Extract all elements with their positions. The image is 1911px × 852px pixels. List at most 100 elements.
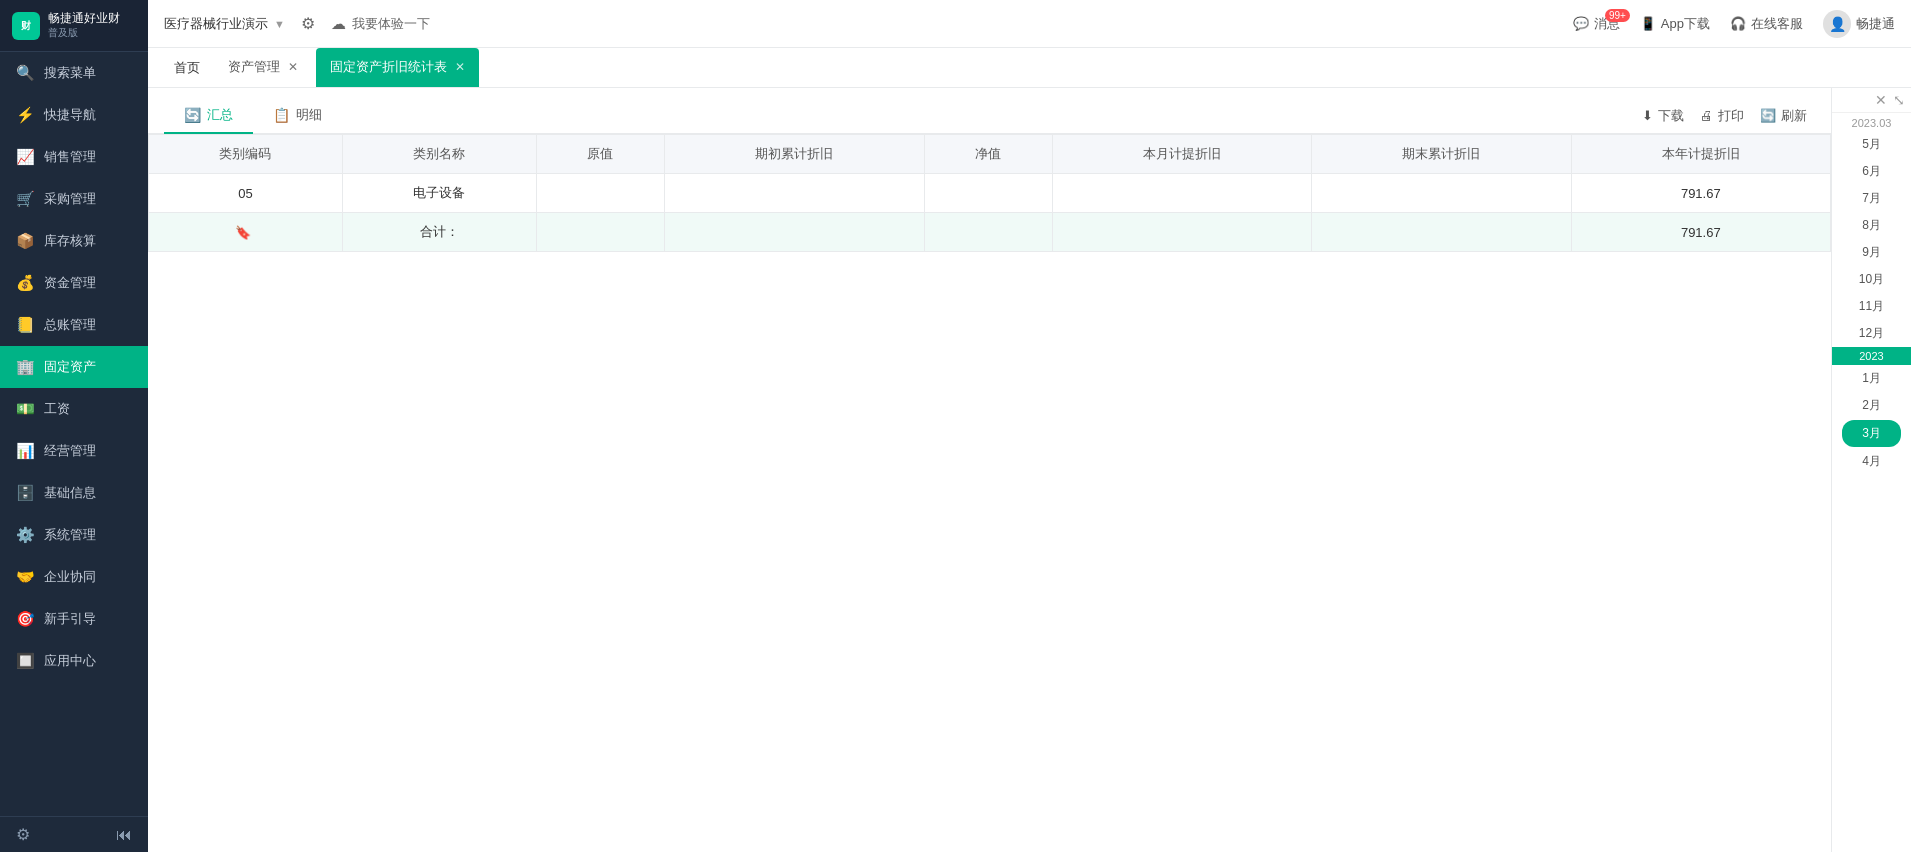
date-month-5月[interactable]: 5月 (1832, 131, 1911, 158)
experience-label: 我要体验一下 (352, 15, 430, 33)
main-area: 医疗器械行业演示 ▼ ⚙ ☁ 我要体验一下 💬 消息 99+ 📱 App下载 🎧… (148, 0, 1911, 852)
close-active-tab-icon[interactable]: ✕ (455, 60, 465, 74)
summary-row: 🔖 合计： 791.67 (149, 213, 1831, 252)
sidebar-label-quick-nav: 快捷导航 (44, 106, 96, 124)
date-month-8月[interactable]: 8月 (1832, 212, 1911, 239)
online-service-label: 在线客服 (1751, 15, 1803, 33)
sidebar-item-app-center[interactable]: 🔲应用中心 (0, 640, 148, 682)
sidebar-item-purchase[interactable]: 🛒采购管理 (0, 178, 148, 220)
user-name: 畅捷通 (1856, 15, 1895, 33)
sidebar-label-sales: 销售管理 (44, 148, 96, 166)
operations-icon: 📊 (16, 442, 34, 460)
app-download-button[interactable]: 📱 App下载 (1640, 15, 1710, 33)
sidebar-item-base-info[interactable]: 🗄️ 基础信息 (0, 472, 148, 514)
summary-label: 合计： (342, 213, 536, 252)
col-monthly: 本月计提折旧 (1052, 135, 1311, 174)
tab-asset-management[interactable]: 资产管理 ✕ (214, 48, 312, 87)
date-month-3月[interactable]: 3月 (1842, 420, 1901, 447)
date-list: 2023.035月6月7月8月9月10月11月12月20231月2月3月4月 (1832, 113, 1911, 852)
cell-original (536, 174, 664, 213)
app-version: 普及版 (48, 26, 120, 40)
close-tab-icon[interactable]: ✕ (288, 60, 298, 74)
inventory-icon: 📦 (16, 232, 34, 250)
col-initial-accum: 期初累计折旧 (665, 135, 924, 174)
table-container: 类别编码 类别名称 原值 期初累计折旧 净值 本月计提折旧 期末累计折旧 本年计… (148, 134, 1831, 852)
date-month-4月[interactable]: 4月 (1832, 448, 1911, 475)
summary-original (536, 213, 664, 252)
top-nav-right: 💬 消息 99+ 📱 App下载 🎧 在线客服 👤 畅捷通 (1573, 10, 1895, 38)
company-selector[interactable]: 医疗器械行业演示 ▼ (164, 15, 285, 33)
sidebar-label-ledger: 总账管理 (44, 316, 96, 334)
date-month-9月[interactable]: 9月 (1832, 239, 1911, 266)
sidebar-item-search[interactable]: 🔍搜索菜单 (0, 52, 148, 94)
sidebar-item-payroll[interactable]: 💵 工资 (0, 388, 148, 430)
tab-home[interactable]: 首页 (164, 59, 210, 77)
date-month-1月[interactable]: 1月 (1832, 365, 1911, 392)
tab-label: 资产管理 (228, 58, 280, 76)
settings-icon[interactable]: ⚙ (301, 14, 315, 33)
sidebar-item-quick-nav[interactable]: ⚡ 快捷导航 (0, 94, 148, 136)
sidebar-item-enterprise[interactable]: 🤝企业协同 (0, 556, 148, 598)
col-period-end: 期末累计折旧 (1312, 135, 1571, 174)
refresh-button[interactable]: 🔄 刷新 (1760, 107, 1807, 125)
sidebar-label-base-info: 基础信息 (44, 484, 96, 502)
summary-period-end (1312, 213, 1571, 252)
toolbar: ⬇ 下载 🖨 打印 🔄 刷新 (1642, 107, 1815, 125)
cell-annual: 791.67 (1571, 174, 1830, 213)
app-download-label: App下载 (1661, 15, 1710, 33)
sidebar-item-operations[interactable]: 📊经营管理 (0, 430, 148, 472)
sidebar-label-payroll: 工资 (44, 400, 70, 418)
cell-monthly (1052, 174, 1311, 213)
right-panel-header: ✕ ⤡ (1832, 88, 1911, 113)
tab-detail[interactable]: 📋 明细 (253, 98, 342, 134)
collapse-icon[interactable]: ⏮ (116, 826, 132, 844)
sidebar-item-ledger[interactable]: 📒总账管理 (0, 304, 148, 346)
quick-nav-icon: ⚡ (16, 106, 34, 124)
sidebar-label-guide: 新手引导 (44, 610, 96, 628)
sidebar-item-fixed-asset[interactable]: 🏢固定资产 (0, 346, 148, 388)
sidebar-item-sales[interactable]: 📈销售管理 (0, 136, 148, 178)
expand-panel-icon[interactable]: ⤡ (1893, 92, 1905, 108)
user-profile[interactable]: 👤 畅捷通 (1823, 10, 1895, 38)
payroll-icon: 💵 (16, 400, 34, 418)
experience-button[interactable]: ☁ 我要体验一下 (331, 15, 430, 33)
sidebar-item-guide[interactable]: 🎯新手引导 (0, 598, 148, 640)
download-icon: 📱 (1640, 16, 1656, 31)
table-row: 05 电子设备 791.67 (149, 174, 1831, 213)
sidebar-item-system[interactable]: ⚙️系统管理 (0, 514, 148, 556)
cell-period-end (1312, 174, 1571, 213)
chevron-down-icon: ▼ (274, 18, 285, 30)
tab-fixed-asset-depreciation[interactable]: 固定资产折旧统计表 ✕ (316, 48, 479, 87)
close-panel-icon[interactable]: ✕ (1875, 92, 1887, 108)
sidebar-label-search: 搜索菜单 (44, 64, 96, 82)
summary-initial-accum (665, 213, 924, 252)
sidebar-label-inventory: 库存核算 (44, 232, 96, 250)
sidebar-bottom: ⚙ ⏮ (0, 816, 148, 852)
col-original: 原值 (536, 135, 664, 174)
base-info-icon: 🗄️ (16, 484, 34, 502)
sidebar-item-fund[interactable]: 💰资金管理 (0, 262, 148, 304)
right-panel: ✕ ⤡ 2023.035月6月7月8月9月10月11月12月20231月2月3月… (1831, 88, 1911, 852)
summary-tab-label: 汇总 (207, 106, 233, 124)
sidebar-item-inventory[interactable]: 📦 库存核算 (0, 220, 148, 262)
messages-button[interactable]: 💬 消息 99+ (1573, 15, 1620, 33)
purchase-icon: 🛒 (16, 190, 34, 208)
online-service-button[interactable]: 🎧 在线客服 (1730, 15, 1803, 33)
date-year-2023[interactable]: 2023 (1832, 347, 1911, 365)
date-month-6月[interactable]: 6月 (1832, 158, 1911, 185)
tab-summary[interactable]: 🔄 汇总 (164, 98, 253, 134)
date-month-11月[interactable]: 11月 (1832, 293, 1911, 320)
date-month-10月[interactable]: 10月 (1832, 266, 1911, 293)
print-button[interactable]: 🖨 打印 (1700, 107, 1744, 125)
cell-name: 电子设备 (342, 174, 536, 213)
sidebar-label-system: 系统管理 (44, 526, 96, 544)
summary-monthly (1052, 213, 1311, 252)
date-month-12月[interactable]: 12月 (1832, 320, 1911, 347)
message-icon: 💬 (1573, 16, 1589, 31)
date-month-7月[interactable]: 7月 (1832, 185, 1911, 212)
sidebar-scroll: 🔍搜索菜单 ⚡ 快捷导航 📈销售管理🛒采购管理 📦 库存核算 💰资金管理📒总账管理🏢固定资产… (0, 52, 148, 816)
gear-icon[interactable]: ⚙ (16, 825, 30, 844)
date-month-2月[interactable]: 2月 (1832, 392, 1911, 419)
download-button[interactable]: ⬇ 下载 (1642, 107, 1684, 125)
summary-icon-cell: 🔖 (149, 213, 343, 252)
